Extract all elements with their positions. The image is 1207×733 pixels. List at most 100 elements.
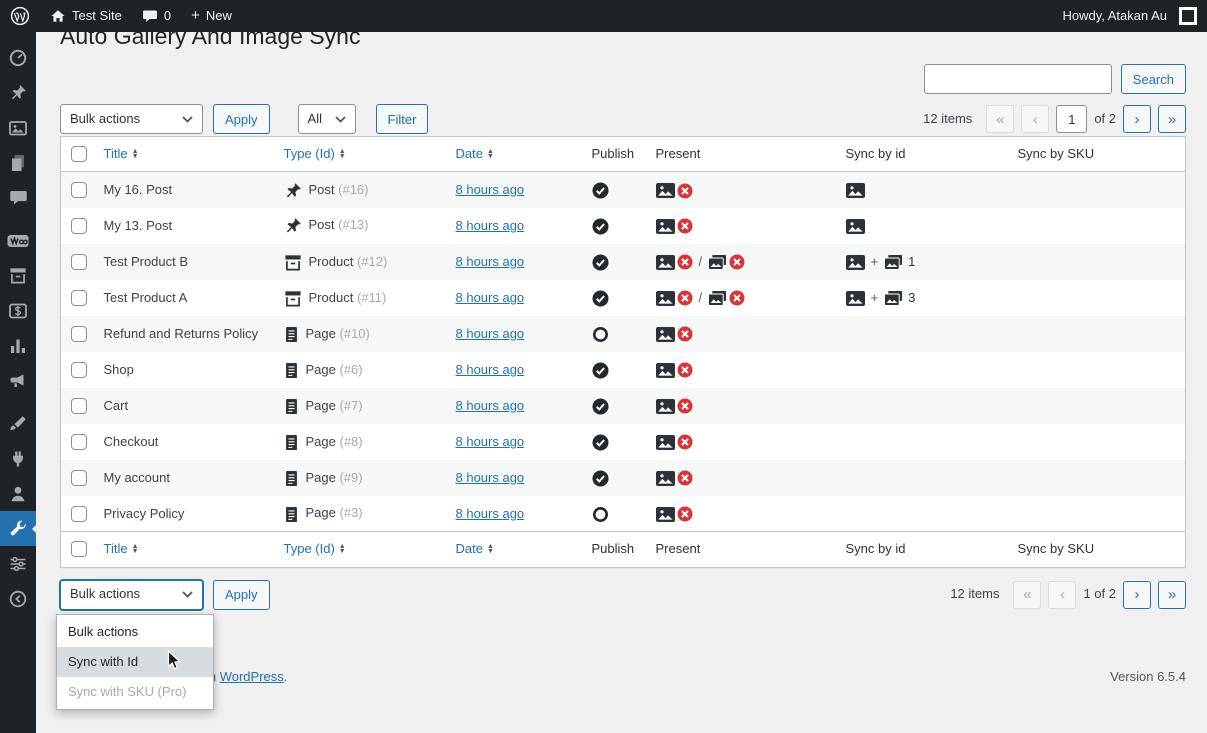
current-page-input[interactable] bbox=[1056, 105, 1088, 134]
bulk-actions-select[interactable]: Bulk actions bbox=[60, 104, 203, 135]
row-checkbox[interactable] bbox=[71, 505, 87, 522]
sidebar-item-pages[interactable] bbox=[0, 145, 36, 180]
flyout-arrow-icon bbox=[27, 523, 37, 534]
next-page-button[interactable]: › bbox=[1123, 580, 1151, 609]
row-type: Product (#12) bbox=[274, 244, 446, 280]
sidebar-item-users[interactable] bbox=[0, 476, 36, 511]
featured-image-icon bbox=[655, 433, 675, 451]
apply-button[interactable]: Apply bbox=[213, 104, 270, 135]
row-checkbox[interactable] bbox=[71, 361, 87, 378]
dropdown-option[interactable]: Bulk actions bbox=[57, 617, 213, 647]
row-present bbox=[646, 460, 836, 496]
media-icon bbox=[8, 118, 28, 138]
sidebar-item-dashboard[interactable] bbox=[0, 40, 36, 75]
version-text: Version 6.5.4 bbox=[1110, 668, 1186, 684]
missing-x-icon bbox=[677, 289, 693, 307]
sync-image-icon[interactable] bbox=[845, 253, 865, 271]
sidebar-item-analytics[interactable] bbox=[0, 328, 36, 363]
search-input[interactable] bbox=[923, 64, 1112, 95]
admin-bar: Test Site 0 + New Howdy, Atakan Au bbox=[0, 0, 1207, 32]
page-info-label: 1 of 2 bbox=[1083, 586, 1116, 602]
date-link[interactable]: 8 hours ago bbox=[456, 218, 525, 233]
date-link[interactable]: 8 hours ago bbox=[456, 434, 525, 449]
sync-gallery-icon[interactable] bbox=[884, 289, 904, 307]
sidebar-item-woocommerce[interactable] bbox=[0, 223, 36, 258]
sidebar-item-products[interactable] bbox=[0, 258, 36, 293]
sidebar-item-posts[interactable] bbox=[0, 75, 36, 110]
wordpress-link[interactable]: WordPress bbox=[220, 669, 284, 684]
tablenav-bottom: Bulk actions Bulk actions Sync with Id Syn… bbox=[56, 579, 1186, 711]
sync-gallery-icon[interactable] bbox=[884, 253, 904, 271]
sidebar-item-misc-plugin[interactable] bbox=[0, 581, 36, 616]
column-header-type[interactable]: Type (Id) ▲ ▼ bbox=[284, 145, 346, 163]
date-link[interactable]: 8 hours ago bbox=[456, 506, 525, 521]
select-all-checkbox[interactable] bbox=[71, 541, 87, 558]
sidebar-item-comments[interactable] bbox=[0, 180, 36, 215]
row-checkbox[interactable] bbox=[71, 289, 87, 306]
dropdown-option[interactable]: Sync with Id bbox=[57, 646, 213, 677]
date-link[interactable]: 8 hours ago bbox=[456, 182, 525, 197]
column-header-type[interactable]: Type (Id) ▲ ▼ bbox=[284, 540, 346, 558]
sidebar-item-settings[interactable] bbox=[0, 546, 36, 581]
date-link[interactable]: 8 hours ago bbox=[456, 362, 525, 377]
column-header-date[interactable]: Date ▲ ▼ bbox=[456, 540, 494, 558]
row-checkbox[interactable] bbox=[71, 182, 87, 199]
sync-image-icon[interactable] bbox=[845, 217, 865, 235]
published-check-icon bbox=[592, 218, 609, 235]
next-page-button[interactable]: › bbox=[1123, 105, 1151, 134]
bulk-actions-select-bottom[interactable]: Bulk actions bbox=[60, 579, 203, 610]
sync-image-icon[interactable] bbox=[845, 181, 865, 199]
row-checkbox[interactable] bbox=[71, 469, 87, 486]
dashboard-icon bbox=[8, 48, 28, 68]
column-header-date[interactable]: Date ▲ ▼ bbox=[456, 145, 494, 163]
sidebar-item-tools[interactable] bbox=[0, 511, 37, 546]
comment-bubble-icon bbox=[142, 8, 158, 24]
sort-arrows-icon: ▲ ▼ bbox=[486, 147, 494, 161]
column-header-title[interactable]: Title ▲ ▼ bbox=[104, 145, 139, 163]
sidebar-item-media[interactable] bbox=[0, 110, 36, 145]
filter-button[interactable]: Filter bbox=[375, 104, 429, 135]
row-type: Page (#7) bbox=[274, 388, 446, 424]
row-present bbox=[646, 496, 836, 532]
date-link[interactable]: 8 hours ago bbox=[456, 254, 525, 269]
row-checkbox[interactable] bbox=[71, 253, 87, 270]
new-content-menu[interactable]: + New bbox=[181, 0, 242, 32]
sort-arrows-icon: ▲ ▼ bbox=[338, 543, 346, 556]
row-sync-by-id bbox=[836, 388, 1008, 424]
apply-button-bottom[interactable]: Apply bbox=[213, 579, 270, 610]
date-link[interactable]: 8 hours ago bbox=[456, 398, 525, 413]
dropdown-option: Sync with SKU (Pro) bbox=[68, 683, 187, 699]
comments-menu[interactable]: 0 bbox=[132, 0, 181, 32]
search-button[interactable]: Search bbox=[1120, 64, 1186, 95]
sidebar-item-plugins[interactable] bbox=[0, 441, 36, 476]
row-type: Post (#16) bbox=[274, 172, 446, 208]
row-type: Post (#13) bbox=[274, 208, 446, 244]
row-checkbox[interactable] bbox=[71, 217, 87, 234]
sidebar-item-payments[interactable] bbox=[0, 293, 36, 328]
column-header-title[interactable]: Title ▲ ▼ bbox=[104, 540, 139, 558]
last-page-button[interactable]: » bbox=[1158, 580, 1186, 609]
date-link[interactable]: 8 hours ago bbox=[456, 290, 525, 305]
row-checkbox[interactable] bbox=[71, 397, 87, 414]
wordpress-logo-menu[interactable] bbox=[0, 0, 40, 32]
sidebar-item-appearance[interactable] bbox=[0, 406, 36, 441]
prev-page-button: ‹ bbox=[1048, 580, 1077, 609]
table-row: Shop Page (#6) 8 hours ago bbox=[61, 352, 1186, 388]
select-all-checkbox[interactable] bbox=[71, 146, 87, 163]
date-link[interactable]: 8 hours ago bbox=[456, 326, 525, 341]
site-name-label: Test Site bbox=[72, 7, 122, 23]
last-page-button[interactable]: » bbox=[1158, 105, 1186, 134]
missing-x-icon bbox=[677, 433, 693, 451]
row-checkbox[interactable] bbox=[71, 433, 87, 450]
sync-image-icon[interactable] bbox=[845, 289, 865, 307]
bulk-actions-dropdown: Bulk actions Sync with Id Sync with SKU (P… bbox=[56, 613, 214, 711]
site-name-menu[interactable]: Test Site bbox=[40, 0, 132, 32]
account-menu[interactable]: Howdy, Atakan Au bbox=[1052, 0, 1207, 32]
featured-image-icon bbox=[655, 505, 675, 523]
comments-icon bbox=[9, 188, 28, 207]
row-checkbox[interactable] bbox=[71, 325, 87, 342]
sidebar-item-marketing[interactable] bbox=[0, 363, 36, 398]
date-link[interactable]: 8 hours ago bbox=[456, 470, 525, 485]
filter-type-select[interactable]: All bbox=[297, 104, 356, 135]
not-published-icon bbox=[592, 506, 609, 522]
